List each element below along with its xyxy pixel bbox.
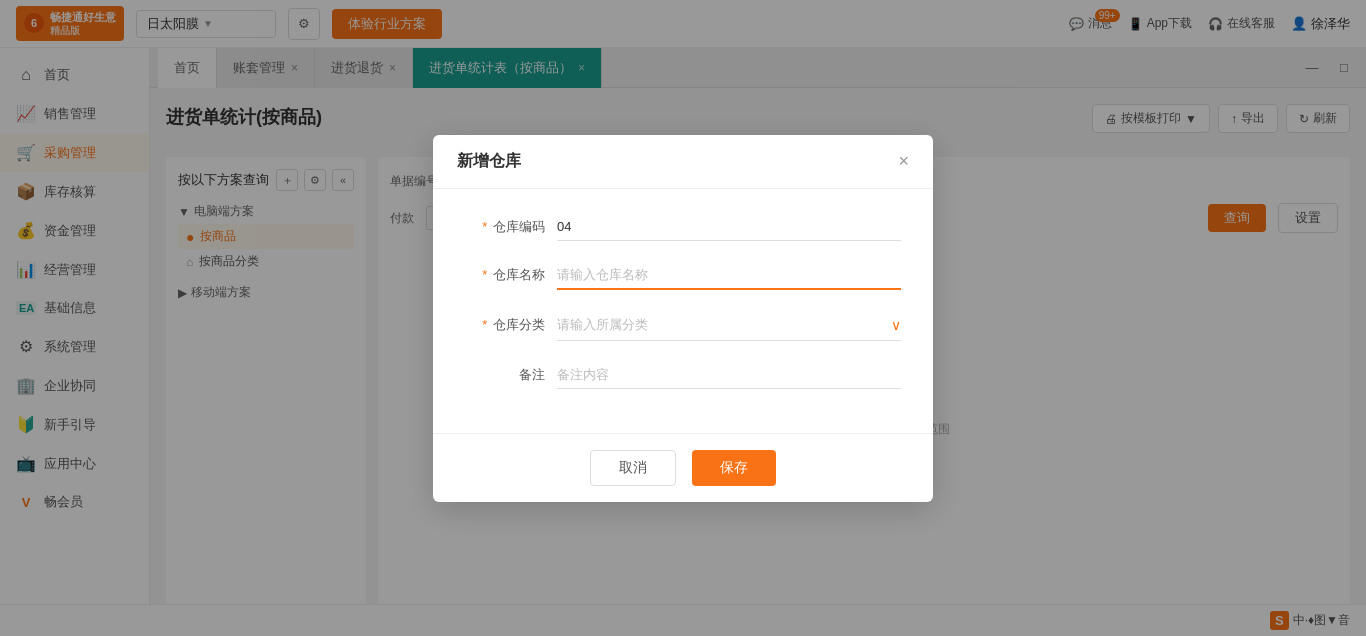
category-label: * 仓库分类: [465, 316, 545, 334]
required-star-code: *: [482, 219, 487, 234]
modal-body: * 仓库编码 * 仓库名称 * 仓库分类 请输入所属: [433, 189, 933, 433]
form-row-remark: 备注: [465, 361, 901, 389]
modal-footer: 取消 保存: [433, 433, 933, 502]
category-select-row[interactable]: 请输入所属分类 ∨: [557, 310, 901, 341]
warehouse-name-input[interactable]: [557, 261, 901, 290]
remark-label: 备注: [465, 366, 545, 384]
form-row-name: * 仓库名称: [465, 261, 901, 290]
form-row-code: * 仓库编码: [465, 213, 901, 241]
modal-close-button[interactable]: ×: [898, 151, 909, 172]
warehouse-code-input[interactable]: [557, 213, 901, 241]
required-star-name: *: [482, 267, 487, 282]
code-label: * 仓库编码: [465, 218, 545, 236]
category-chevron-icon: ∨: [891, 317, 901, 333]
modal-header: 新增仓库 ×: [433, 135, 933, 189]
add-warehouse-modal: 新增仓库 × * 仓库编码 * 仓库名称: [433, 135, 933, 502]
remark-input[interactable]: [557, 361, 901, 389]
cancel-button[interactable]: 取消: [590, 450, 676, 486]
required-star-category: *: [482, 317, 487, 332]
category-placeholder: 请输入所属分类: [557, 316, 648, 334]
modal-overlay[interactable]: 新增仓库 × * 仓库编码 * 仓库名称: [0, 0, 1366, 636]
name-label: * 仓库名称: [465, 266, 545, 284]
save-button[interactable]: 保存: [692, 450, 776, 486]
form-row-category: * 仓库分类 请输入所属分类 ∨: [465, 310, 901, 341]
modal-title: 新增仓库: [457, 151, 521, 172]
